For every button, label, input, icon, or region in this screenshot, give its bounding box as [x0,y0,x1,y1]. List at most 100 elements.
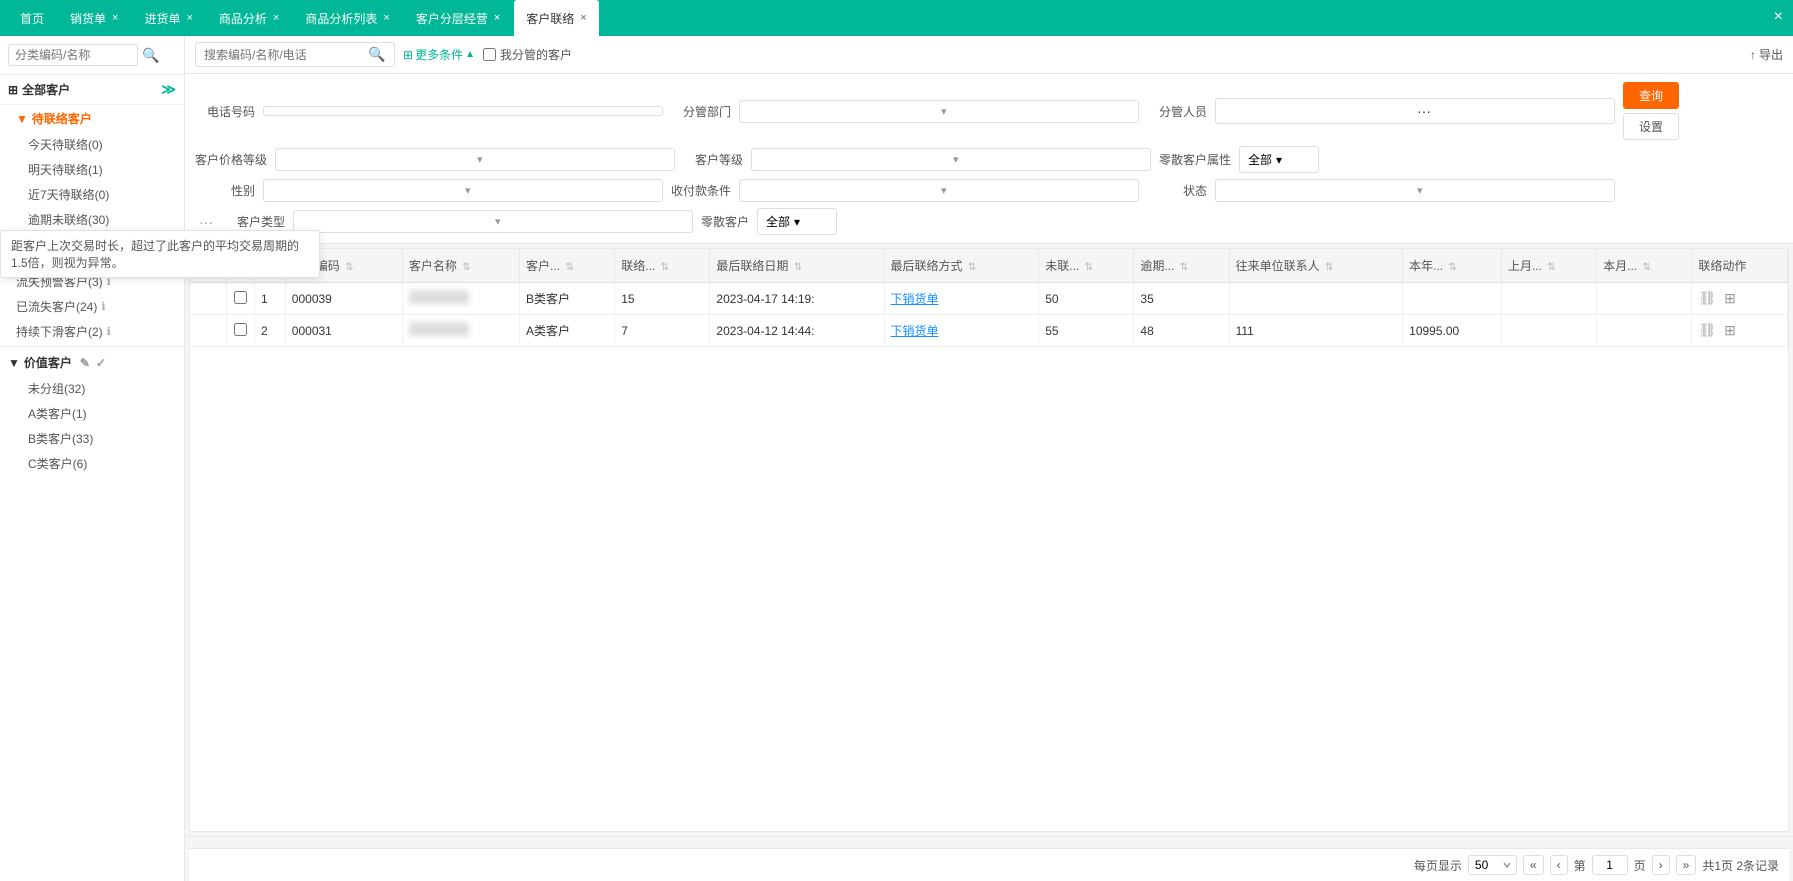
my-customer-checkbox-area[interactable]: 我分管的客户 [483,46,572,63]
sidebar-item-7days[interactable]: 近7天待联络(0) [0,182,184,207]
filter-search-box[interactable]: 🔍 [195,42,395,67]
filter-search-icon[interactable]: 🔍 [368,46,385,63]
my-customer-checkbox[interactable] [483,48,496,61]
more-dots[interactable]: ··· [199,214,213,230]
window-close-button[interactable]: × [1774,8,1783,26]
sidebar-item-declining[interactable]: 持续下滑客户(2) ℹ [0,319,184,344]
sidebar-item-today[interactable]: 今天待联络(0) [0,132,184,157]
th-uncontacted[interactable]: 未联... ⇅ [1039,249,1134,283]
close-customer-tier-tab[interactable]: × [494,12,500,24]
row1-link-icon[interactable]: ⛓ [1698,290,1716,307]
tooltip-box: 距客户上次交易时长，超过了此客户的平均交易周期的1.5倍，则视为异常。 [0,230,185,278]
phone-field[interactable] [263,106,663,116]
sidebar-search-icon[interactable]: 🔍 [142,47,159,64]
th-last-contact-method[interactable]: 最后联络方式 ⇅ [884,249,1039,283]
arrow-down-icon-2: ▼ [8,356,20,370]
sidebar-group-pending[interactable]: ▼ 待联络客户 [0,105,184,132]
settings-button[interactable]: 设置 [1623,113,1679,140]
sidebar-item-class-c[interactable]: C类客户(6) [0,451,184,476]
edit-icon[interactable]: ✎ [80,356,90,370]
row1-index: 1 [254,283,285,315]
status-field[interactable]: ▾ [1215,179,1615,202]
status-label: 状态 [1147,182,1207,199]
close-customer-contact-tab[interactable]: × [580,12,586,24]
prev-page-btn[interactable]: ‹ [1550,855,1568,875]
dept-field[interactable]: ▾ [739,100,1139,123]
last-page-btn[interactable]: » [1676,855,1697,875]
row1-method-link[interactable]: 下销货单 [891,292,939,306]
sidebar-item-lost[interactable]: 已流失客户(24) ℹ [0,294,184,319]
th-overdue[interactable]: 逾期... ⇅ [1134,249,1229,283]
next-page-btn[interactable]: › [1652,855,1670,875]
collapse-icon[interactable]: ≫ [161,81,176,98]
customer-type-field[interactable]: ▾ [293,210,693,233]
query-button[interactable]: 查询 [1623,82,1679,109]
close-purchase-tab[interactable]: × [186,12,192,24]
th-unit-contact[interactable]: 往来单位联系人 ⇅ [1229,249,1403,283]
customer-level-field[interactable]: ▾ [751,148,1151,171]
sidebar-item-unclassified[interactable]: 未分组(32) [0,376,184,401]
th-type[interactable]: 客户... ⇅ [520,249,615,283]
th-name[interactable]: 客户名称 ⇅ [402,249,519,283]
th-last-month[interactable]: 上月... ⇅ [1501,249,1596,283]
filter-search-input[interactable] [204,48,364,62]
first-page-btn[interactable]: « [1523,855,1544,875]
row1-grid-icon[interactable]: ⊞ [1724,290,1736,307]
nav-product-analysis-list[interactable]: 商品分析列表 × [293,0,401,36]
th-last-contact-date[interactable]: 最后联络日期 ⇅ [710,249,884,283]
gender-label: 性别 [195,182,255,199]
row1-overdue: 35 [1134,283,1229,315]
close-product-analysis-tab[interactable]: × [273,12,279,24]
manager-field[interactable]: ··· [1215,98,1615,124]
row1-select[interactable] [234,291,247,304]
main-layout: 🔍 ⊞ 全部客户 ≫ ▼ 待联络客户 今天待联络(0) 明天待联络(1) 近7天… [0,36,1793,881]
sort-icon-lcm: ⇅ [968,262,976,273]
row2-select[interactable] [234,323,247,336]
th-this-month[interactable]: 本月... ⇅ [1597,249,1692,283]
close-product-analysis-list-tab[interactable]: × [383,12,389,24]
per-page-select[interactable]: 50 10 20 100 [1468,855,1517,875]
payment-field[interactable]: ▾ [739,179,1139,202]
row2-link-icon[interactable]: ⛓ [1698,322,1716,339]
manager-dots[interactable]: ··· [1417,103,1602,119]
sort-icon-code: ⇅ [345,262,353,273]
retail-customer-select[interactable]: 全部 ▾ [757,208,837,235]
nav-customer-contact[interactable]: 客户联络 × [514,0,598,36]
row2-method-link[interactable]: 下销货单 [891,324,939,338]
sidebar-item-overdue[interactable]: 逾期未联络(30) [0,207,184,232]
row2-grid-icon[interactable]: ⊞ [1724,322,1736,339]
sidebar-item-tomorrow[interactable]: 明天待联络(1) [0,157,184,182]
filter-row-1: 电话号码 分管部门 ▾ 分管人员 ··· 查询 设置 [195,82,1783,140]
scrollbar-inner [185,837,1585,848]
close-sales-tab[interactable]: × [112,12,118,24]
table-row: 2 000031 A类客户 7 2023-04-12 14:44: 下销货单 5… [190,315,1788,347]
check-icon[interactable]: ✓ [96,356,106,370]
gender-field[interactable]: ▾ [263,179,663,202]
sidebar: 🔍 ⊞ 全部客户 ≫ ▼ 待联络客户 今天待联络(0) 明天待联络(1) 近7天… [0,36,185,881]
nav-home[interactable]: 首页 [8,0,56,36]
sidebar-search-input[interactable] [8,44,138,66]
page-word-label: 第 [1574,857,1586,874]
filter-row-3: 性别 ▾ 收付款条件 ▾ 状态 ▾ [195,179,1783,202]
sidebar-all-customers[interactable]: ⊞ 全部客户 ≫ [0,75,184,105]
th-contact[interactable]: 联络... ⇅ [615,249,710,283]
th-this-year[interactable]: 本年... ⇅ [1403,249,1502,283]
top-nav: 首页 销货单 × 进货单 × 商品分析 × 商品分析列表 × 客户分层经营 × … [0,0,1793,36]
more-conditions-btn[interactable]: ⊞ 更多条件 ▲ [403,46,475,63]
data-table-area: ⚙ 客户编码 ⇅ 客户名称 ⇅ [189,248,1789,832]
sidebar-item-class-b[interactable]: B类客户(33) [0,426,184,451]
nav-product-analysis[interactable]: 商品分析 × [207,0,291,36]
bottom-scrollbar[interactable] [185,836,1793,848]
page-number-input[interactable] [1592,855,1628,875]
export-button[interactable]: ↑ 导出 [1750,46,1783,63]
price-level-chevron: ▾ [477,153,666,166]
price-level-field[interactable]: ▾ [275,148,675,171]
nav-purchase[interactable]: 进货单 × [132,0,204,36]
retail-attr-select[interactable]: 全部 ▾ [1239,146,1319,173]
sidebar-item-class-a[interactable]: A类客户(1) [0,401,184,426]
content-area: 🔍 ⊞ 更多条件 ▲ 我分管的客户 ↑ 导出 电话号码 [185,36,1793,881]
nav-sales[interactable]: 销货单 × [58,0,130,36]
customers-table: ⚙ 客户编码 ⇅ 客户名称 ⇅ [190,249,1788,347]
sidebar-value-customers[interactable]: ▼ 价值客户 ✎ ✓ [0,349,184,376]
nav-customer-tier[interactable]: 客户分层经营 × [404,0,512,36]
